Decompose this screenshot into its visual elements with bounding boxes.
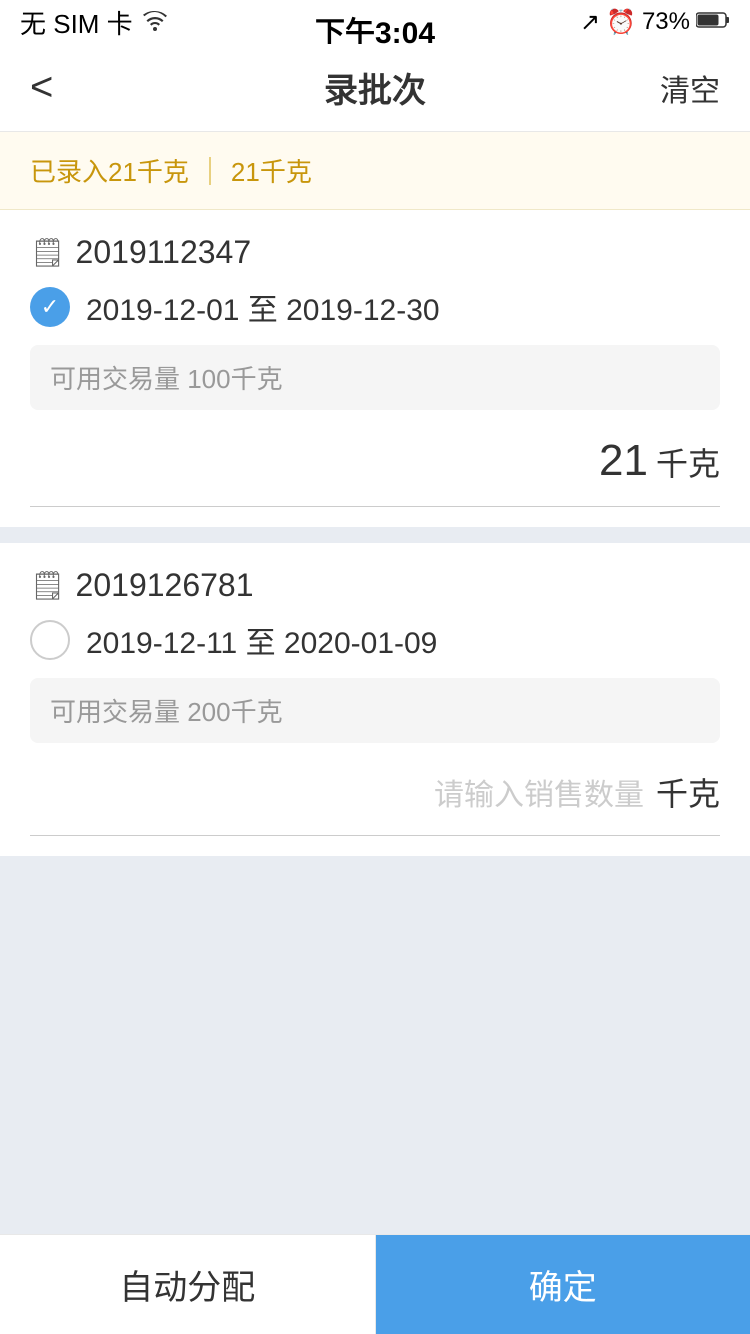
empty-area [0, 856, 750, 1276]
checkmark-1: ✓ [41, 294, 59, 320]
battery-icon [696, 8, 730, 36]
item-header-1: 🗒 2019112347 [0, 210, 750, 281]
info-value: 21千克 [231, 152, 312, 189]
available-text-2: 可用交易量 200千克 [50, 697, 283, 727]
radio-circle-2[interactable] [30, 620, 70, 660]
item-date-row-2[interactable]: 2019-12-11 至 2020-01-09 [0, 614, 750, 672]
amount-value-1: 21 [599, 436, 648, 486]
status-bar: 无 SIM 卡 下午3:04 ↗ ⏰ 73% [0, 0, 750, 44]
page-title: 录批次 [324, 63, 426, 112]
available-row-1: 可用交易量 100千克 [30, 345, 720, 410]
item-id-2: 2019126781 [76, 567, 254, 604]
available-row-2: 可用交易量 200千克 [30, 678, 720, 743]
location-icon: ↗ [580, 8, 600, 37]
info-banner: 已录入21千克 21千克 [0, 132, 750, 210]
radio-checked-1[interactable]: ✓ [30, 287, 70, 327]
status-right: ↗ ⏰ 73% [580, 8, 730, 37]
item-header-2: 🗒 2019126781 [0, 543, 750, 614]
item-id-1: 2019112347 [76, 234, 252, 271]
doc-icon-1: 🗒 [30, 236, 66, 269]
info-label: 已录入21千克 [30, 152, 189, 189]
input-unit-2: 千克 [656, 769, 720, 815]
status-left: 无 SIM 卡 [20, 4, 169, 41]
carrier-text: 无 SIM 卡 [20, 4, 133, 41]
input-placeholder-2: 请输入销售数量 [434, 770, 644, 814]
item-card-1: 🗒 2019112347 ✓ 2019-12-01 至 2019-12-30 可… [0, 210, 750, 527]
confirm-button[interactable]: 确定 [376, 1235, 750, 1334]
item-card-2: 🗒 2019126781 2019-12-11 至 2020-01-09 可用交… [0, 543, 750, 856]
date-text-1: 2019-12-01 至 2019-12-30 [86, 285, 440, 329]
nav-bar: < 录批次 清空 [0, 44, 750, 132]
item-date-row-1[interactable]: ✓ 2019-12-01 至 2019-12-30 [0, 281, 750, 339]
wifi-icon [141, 7, 169, 38]
clear-button[interactable]: 清空 [660, 66, 720, 110]
input-row-2[interactable]: 请输入销售数量 千克 [0, 753, 750, 835]
battery-text: 73% [642, 8, 690, 36]
amount-row-1: 21 千克 [0, 420, 750, 506]
available-text-1: 可用交易量 100千克 [50, 364, 283, 394]
section-separator [0, 527, 750, 543]
back-button[interactable]: < [30, 65, 53, 110]
date-text-2: 2019-12-11 至 2020-01-09 [86, 618, 437, 662]
info-divider [209, 157, 211, 185]
amount-unit-1: 千克 [656, 439, 720, 485]
alarm-icon: ⏰ [606, 8, 636, 37]
bottom-bar: 自动分配 确定 [0, 1234, 750, 1334]
doc-icon-2: 🗒 [30, 569, 66, 602]
auto-distribute-button[interactable]: 自动分配 [0, 1235, 376, 1334]
